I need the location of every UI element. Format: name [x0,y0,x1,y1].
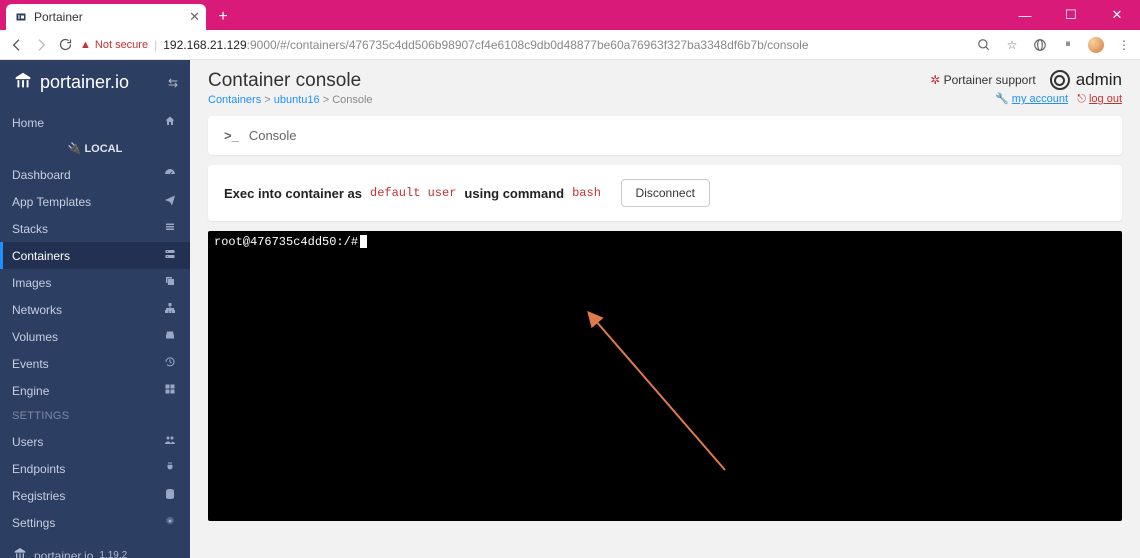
user-icon [1050,70,1070,90]
sidebar-item-volumes[interactable]: Volumes [0,323,190,350]
sidebar-settings-registries[interactable]: Registries [0,482,190,509]
users-icon [162,434,178,449]
window-maximize-icon[interactable]: ☐ [1048,0,1094,30]
sidebar-item-stacks[interactable]: Stacks [0,215,190,242]
support-link[interactable]: Portainer support [944,73,1036,87]
terminal-cursor [360,235,367,248]
sidebar-toggle-icon[interactable]: ⇆ [168,76,178,90]
list-icon [162,221,178,236]
disconnect-button[interactable]: Disconnect [621,179,710,207]
nav-back-icon[interactable] [8,36,26,54]
sidebar-item-images[interactable]: Images [0,269,190,296]
warning-icon: ▲ [80,39,91,51]
sidebar-item-engine[interactable]: Engine [0,377,190,404]
browser-addressbar: ▲ Not secure | 192.168.21.129:9000/#/con… [0,30,1140,60]
sidebar-endpoint-label[interactable]: 🔌 LOCAL [0,136,190,161]
th-icon [162,383,178,398]
sidebar-settings-users[interactable]: Users [0,428,190,455]
security-label: Not secure [95,39,148,51]
bookmark-star-icon[interactable]: ☆ [1004,37,1020,53]
exec-user: default user [370,186,456,200]
sidebar-item-home[interactable]: Home [0,109,190,136]
tab-favicon-icon [14,10,28,24]
sidebar-settings-settings[interactable]: Settings [0,509,190,536]
tab-title: Portainer [34,10,83,24]
browser-titlebar: Portainer ✕ + — ☐ ✕ [0,0,1140,30]
exec-cmd: bash [572,186,601,200]
brand-logo-icon [12,70,34,95]
footer-logo-icon [12,546,28,558]
nav-forward-icon[interactable] [32,36,50,54]
paper-plane-icon [162,194,178,209]
hdd-icon [162,329,178,344]
console-panel-header: >_ Console [208,116,1122,155]
sidebar-item-events[interactable]: Events [0,350,190,377]
logout-link[interactable]: log out [1089,93,1122,105]
breadcrumb-current: Console [332,94,372,106]
zoom-icon[interactable] [976,37,992,53]
brand-text: portainer.io [40,72,129,93]
sidebar-footer: portainer.io 1.19.2 [0,536,190,558]
page-title: Container console [208,70,373,92]
sidebar-settings-header: SETTINGS [0,404,190,428]
server-icon [162,248,178,263]
window-minimize-icon[interactable]: — [1002,0,1048,30]
terminal[interactable]: root@476735c4dd50:/# [208,231,1122,521]
clone-icon [162,275,178,290]
cogs-icon [162,515,178,530]
tab-close-icon[interactable]: ✕ [189,9,200,25]
logout-icon: ⎋ [1077,93,1086,105]
terminal-prompt-icon: >_ [224,128,239,143]
tachometer-icon [162,167,178,182]
url-text[interactable]: 192.168.21.129:9000/#/containers/476735c… [163,38,970,52]
browser-tab[interactable]: Portainer ✕ [6,4,206,30]
lifebuoy-icon: ✲ [930,73,940,87]
browser-menu-icon[interactable]: ⋮ [1116,37,1132,53]
exec-row: Exec into container as default user usin… [208,165,1122,221]
brand: portainer.io ⇆ [0,60,190,109]
sidebar-item-networks[interactable]: Networks [0,296,190,323]
plug-icon: 🔌 [68,143,82,155]
sitemap-icon [162,302,178,317]
nav-reload-icon[interactable] [56,36,74,54]
sidebar-item-dashboard[interactable]: Dashboard [0,161,190,188]
new-tab-button[interactable]: + [212,6,234,28]
home-icon [162,115,178,130]
exec-mid: using command [464,186,564,201]
user-display: admin [1050,70,1122,90]
my-account-link[interactable]: my account [1012,93,1068,105]
console-panel-title: Console [249,128,297,143]
separator: | [154,38,157,52]
sidebar-item-containers[interactable]: Containers [0,242,190,269]
breadcrumb-container-name[interactable]: ubuntu16 [274,94,320,106]
history-icon [162,356,178,371]
window-controls: — ☐ ✕ [1002,0,1140,30]
extension-icon[interactable] [1032,37,1048,53]
exec-prefix: Exec into container as [224,186,362,201]
breadcrumb-containers[interactable]: Containers [208,94,261,106]
paused-icon[interactable]: ⏸ [1060,37,1076,53]
sidebar-item-app-templates[interactable]: App Templates [0,188,190,215]
plug-icon [162,461,178,476]
sidebar: portainer.io ⇆ Home 🔌 LOCAL DashboardApp… [0,60,190,558]
database-icon [162,488,178,503]
security-badge[interactable]: ▲ Not secure [80,39,148,51]
breadcrumb: Containers > ubuntu16 > Console [208,94,373,106]
profile-avatar-icon[interactable] [1088,37,1104,53]
sidebar-settings-endpoints[interactable]: Endpoints [0,455,190,482]
terminal-prompt: root@476735c4dd50:/# [214,235,358,249]
main-content: Container console Containers > ubuntu16 … [190,60,1140,558]
wrench-icon: 🔧 [995,93,1009,105]
window-close-icon[interactable]: ✕ [1094,0,1140,30]
